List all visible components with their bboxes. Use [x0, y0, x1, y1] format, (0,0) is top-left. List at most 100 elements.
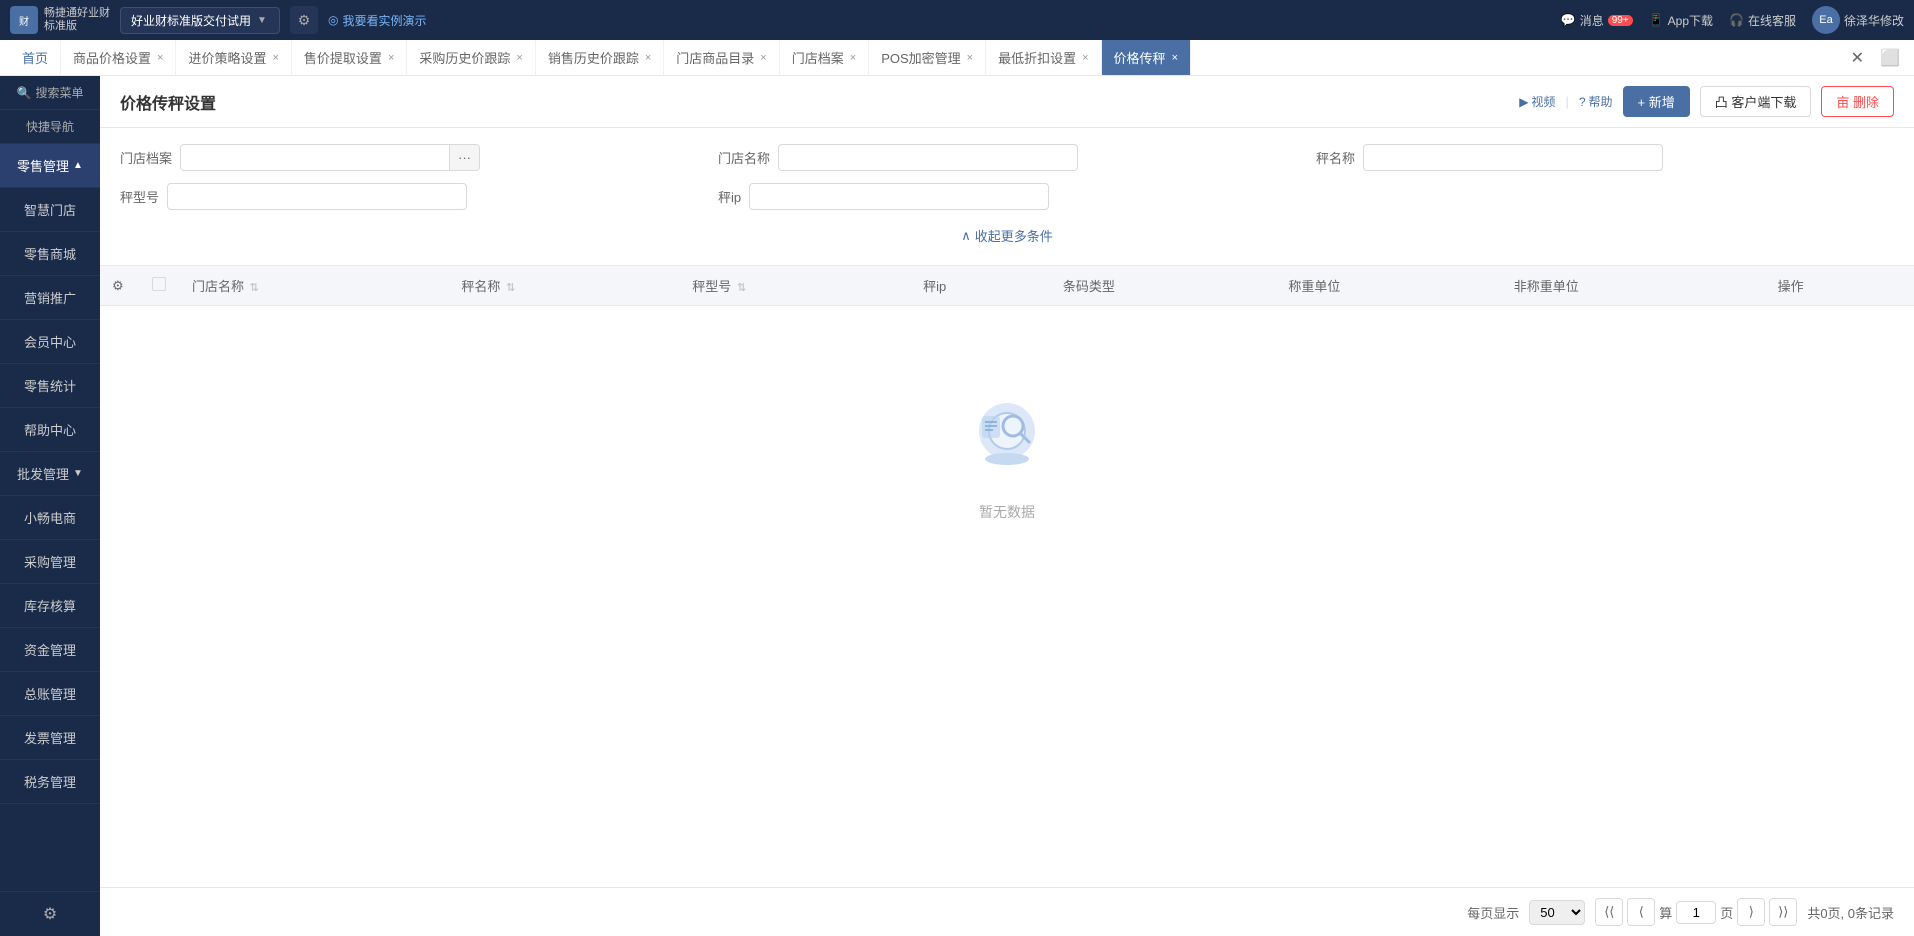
sidebar-item-invoice[interactable]: 发票管理: [0, 716, 100, 760]
sidebar-item-retail[interactable]: 零售管理 ▲: [0, 144, 100, 188]
close-icon[interactable]: ×: [760, 52, 766, 64]
close-icon[interactable]: ×: [850, 52, 856, 64]
pagination-bar: 每页显示 10 20 50 100 ⟨⟨ ⟨ 算 1 页 ⟩ ⟩⟩ 共0页, 0…: [100, 887, 1914, 936]
message-icon: 💬: [1561, 13, 1576, 27]
demo-link[interactable]: ◎ 我要看实例演示: [328, 12, 427, 29]
close-icon[interactable]: ×: [388, 52, 394, 64]
sidebar-item-tax[interactable]: 税务管理: [0, 760, 100, 804]
store-name-input[interactable]: [778, 144, 1078, 171]
scale-ip-input[interactable]: [749, 183, 1049, 210]
first-page-button[interactable]: ⟨⟨: [1595, 898, 1623, 926]
download-button[interactable]: 凸 客户端下载: [1700, 86, 1812, 117]
store-archive-input[interactable]: [181, 145, 449, 170]
select-all-checkbox[interactable]: [152, 277, 166, 291]
sidebar-search[interactable]: 🔍 搜索菜单: [0, 76, 100, 110]
tab-sale-price[interactable]: 售价提取设置 ×: [292, 40, 407, 76]
tab-price-scale[interactable]: 价格传秤 ×: [1102, 40, 1191, 76]
topbar-settings-button[interactable]: ⚙: [290, 6, 318, 34]
close-icon[interactable]: ×: [516, 52, 522, 64]
sidebar-item-purchase[interactable]: 采购管理: [0, 540, 100, 584]
tab-store-catalog[interactable]: 门店商品目录 ×: [664, 40, 779, 76]
sidebar-item-smart-store[interactable]: 智慧门店: [0, 188, 100, 232]
tab-home[interactable]: 首页: [10, 40, 61, 76]
table-header-row: ⚙ 门店名称 ⇅ 秤名称 ⇅ 秤型号: [100, 266, 1914, 306]
messages-badge: 99+: [1608, 15, 1633, 26]
prev-page-button[interactable]: ⟨: [1627, 898, 1655, 926]
sidebar-item-mini-ecom[interactable]: 小畅电商: [0, 496, 100, 540]
sidebar-item-online-store[interactable]: 零售商城: [0, 232, 100, 276]
logo-text: 畅捷通好业财 标准版: [44, 7, 110, 33]
col-scale-model: 秤型号 ⇅: [680, 266, 911, 306]
next-page-button[interactable]: ⟩: [1737, 898, 1765, 926]
sidebar-item-retail-stats[interactable]: 零售统计: [0, 364, 100, 408]
filter-area: 门店档案 ··· 门店名称 秤名称 秤型号: [100, 128, 1914, 266]
delete-button[interactable]: 亩 删除: [1821, 86, 1894, 117]
close-icon[interactable]: ×: [645, 52, 651, 64]
page-title: 价格传秤设置: [120, 90, 216, 114]
filter-scale-model: 秤型号: [120, 183, 698, 210]
col-weight-unit: 称重单位: [1276, 266, 1501, 306]
tab-purchase-history[interactable]: 采购历史价跟踪 ×: [407, 40, 535, 76]
store-name-label: 门店名称: [718, 148, 770, 167]
logo-area: 财 畅捷通好业财 标准版: [10, 6, 110, 34]
scale-model-input[interactable]: [167, 183, 467, 210]
close-icon[interactable]: ×: [272, 52, 278, 64]
filter-row-2: 秤型号 秤ip: [120, 183, 1894, 210]
col-action: 操作: [1766, 266, 1914, 306]
messages-button[interactable]: 💬 消息 99+: [1561, 12, 1633, 29]
sort-icon-scale-name[interactable]: ⇅: [506, 282, 515, 294]
sort-icon-store-name[interactable]: ⇅: [250, 282, 259, 294]
page-header: 价格传秤设置 ▶ 视频 | ? 帮助 + 新增 凸 客户端下载 亩 删除: [100, 76, 1914, 128]
sidebar-item-ledger[interactable]: 总账管理: [0, 672, 100, 716]
col-non-weight-unit: 非称重单位: [1502, 266, 1766, 306]
filter-row-1: 门店档案 ··· 门店名称 秤名称: [120, 144, 1894, 171]
empty-state: 暂无数据: [100, 306, 1914, 602]
tab-sale-history[interactable]: 销售历史价跟踪 ×: [536, 40, 664, 76]
scale-name-input[interactable]: [1363, 144, 1663, 171]
close-icon[interactable]: ×: [967, 52, 973, 64]
online-service-button[interactable]: 🎧 在线客服: [1729, 12, 1796, 29]
sidebar-item-member[interactable]: 会员中心: [0, 320, 100, 364]
avatar: Ea: [1812, 6, 1840, 34]
collapse-button[interactable]: ∧ 收起更多条件: [120, 222, 1894, 249]
help-link[interactable]: ? 帮助: [1579, 93, 1613, 110]
tab-pos-manage[interactable]: POS加密管理 ×: [869, 40, 986, 76]
close-icon[interactable]: ×: [1082, 52, 1088, 64]
page-size-select[interactable]: 10 20 50 100: [1529, 900, 1585, 925]
app-download-button[interactable]: 📱 App下载: [1649, 12, 1713, 29]
version-selector[interactable]: 好业财标准版交付试用 ▼: [120, 7, 280, 34]
sidebar-item-help[interactable]: 帮助中心: [0, 408, 100, 452]
chevron-down-icon: ▼: [73, 468, 83, 479]
tab-price-setting[interactable]: 商品价格设置 ×: [61, 40, 176, 76]
user-menu-button[interactable]: Ea 徐泽华修改: [1812, 6, 1904, 34]
add-button[interactable]: + 新增: [1623, 86, 1690, 117]
version-dropdown-arrow: ▼: [257, 15, 267, 26]
chevron-up-icon: ∧: [961, 228, 971, 244]
sort-icon-scale-model[interactable]: ⇅: [737, 282, 746, 294]
maximize-button[interactable]: ⬜: [1876, 44, 1904, 72]
sidebar-item-inventory[interactable]: 库存核算: [0, 584, 100, 628]
sidebar-item-marketing[interactable]: 营销推广: [0, 276, 100, 320]
scale-model-label: 秤型号: [120, 187, 159, 206]
video-link[interactable]: ▶ 视频: [1519, 93, 1555, 110]
sidebar-item-wholesale[interactable]: 批发管理 ▼: [0, 452, 100, 496]
sidebar-settings-button[interactable]: ⚙: [0, 891, 100, 936]
store-archive-dots-button[interactable]: ···: [449, 145, 479, 170]
tab-min-discount[interactable]: 最低折扣设置 ×: [986, 40, 1101, 76]
filter-scale-name: 秤名称: [1316, 144, 1894, 171]
close-icon[interactable]: ×: [1172, 52, 1178, 64]
sidebar-quick-nav[interactable]: 快捷导航: [0, 110, 100, 144]
close-all-tabs-button[interactable]: ✕: [1847, 44, 1868, 72]
page-label2: 页: [1720, 903, 1733, 922]
sidebar-item-finance[interactable]: 资金管理: [0, 628, 100, 672]
col-settings[interactable]: ⚙: [100, 266, 140, 306]
page-actions: ▶ 视频 | ? 帮助 + 新增 凸 客户端下载 亩 删除: [1519, 86, 1894, 117]
last-page-button[interactable]: ⟩⟩: [1769, 898, 1797, 926]
tab-store-archive[interactable]: 门店档案 ×: [780, 40, 869, 76]
content-area: 价格传秤设置 ▶ 视频 | ? 帮助 + 新增 凸 客户端下载 亩 删除: [100, 76, 1914, 936]
chevron-up-icon: ▲: [73, 160, 83, 171]
tab-purchase-strategy[interactable]: 进价策略设置 ×: [176, 40, 291, 76]
page-input[interactable]: 1: [1676, 901, 1716, 924]
close-icon[interactable]: ×: [157, 52, 163, 64]
col-store-name: 门店名称 ⇅: [180, 266, 449, 306]
